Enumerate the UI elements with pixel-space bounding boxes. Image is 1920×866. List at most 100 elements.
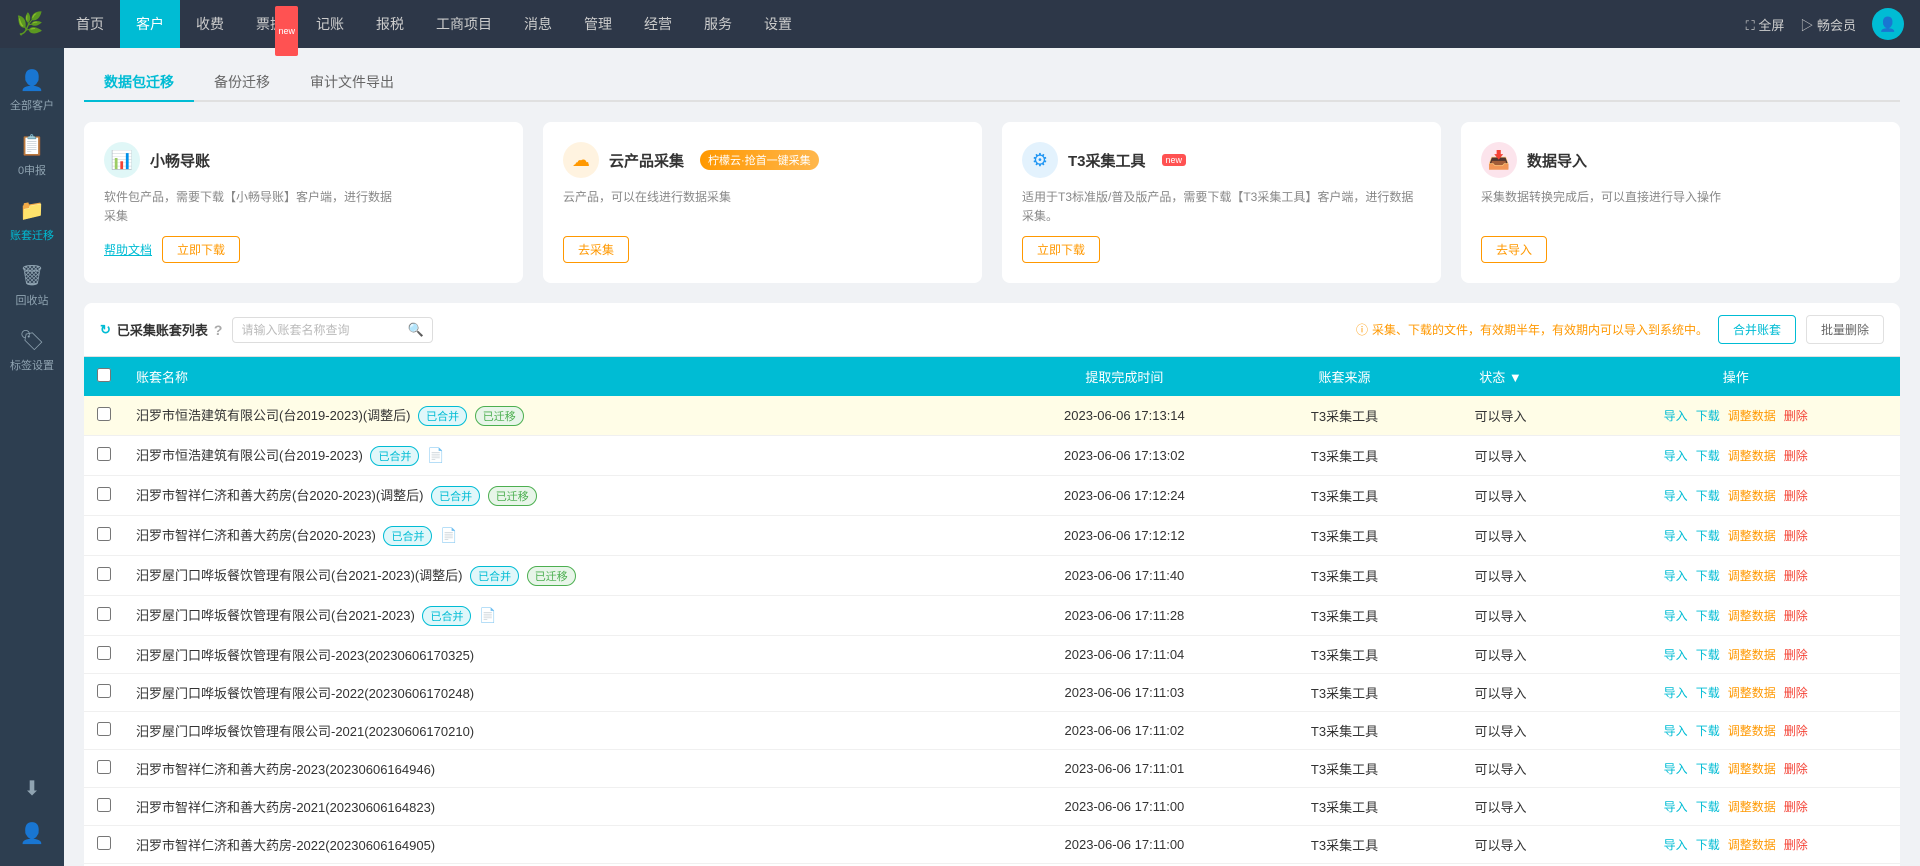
nav-home[interactable]: 首页 bbox=[60, 0, 120, 48]
action-调整数据[interactable]: 调整数据 bbox=[1728, 609, 1776, 623]
row-checkbox[interactable] bbox=[97, 607, 111, 621]
sidebar-item-zero-report[interactable]: 📋 0申报 bbox=[0, 123, 64, 188]
sidebar-item-all-customers[interactable]: 👤 全部客户 bbox=[0, 58, 64, 123]
nav-message[interactable]: 消息 bbox=[508, 0, 568, 48]
action-删除[interactable]: 删除 bbox=[1784, 724, 1808, 738]
action-删除[interactable]: 删除 bbox=[1784, 569, 1808, 583]
card-import-go-btn[interactable]: 去导入 bbox=[1481, 236, 1547, 263]
nav-bookkeeping[interactable]: 记账 bbox=[300, 0, 360, 48]
action-调整数据[interactable]: 调整数据 bbox=[1728, 529, 1776, 543]
action-调整数据[interactable]: 调整数据 bbox=[1728, 569, 1776, 583]
row-checkbox[interactable] bbox=[97, 798, 111, 812]
action-下载[interactable]: 下载 bbox=[1696, 489, 1720, 503]
vip-btn[interactable]: ▷ 畅会员 bbox=[1800, 15, 1856, 34]
sidebar-item-tag-settings[interactable]: 🏷 标签设置 bbox=[0, 318, 64, 383]
card-xiaochang-download-btn[interactable]: 立即下载 bbox=[162, 236, 240, 263]
fullscreen-btn[interactable]: ⛶ 全屏 bbox=[1746, 15, 1785, 34]
row-checkbox[interactable] bbox=[97, 836, 111, 850]
action-下载[interactable]: 下载 bbox=[1696, 724, 1720, 738]
action-下载[interactable]: 下载 bbox=[1696, 569, 1720, 583]
file-icon[interactable]: 📄 bbox=[427, 447, 444, 463]
action-导入[interactable]: 导入 bbox=[1664, 762, 1688, 776]
nav-tax[interactable]: 报税 bbox=[360, 0, 420, 48]
row-checkbox[interactable] bbox=[97, 646, 111, 660]
action-下载[interactable]: 下载 bbox=[1696, 686, 1720, 700]
help-icon[interactable]: ? bbox=[214, 322, 223, 338]
action-调整数据[interactable]: 调整数据 bbox=[1728, 648, 1776, 662]
action-下载[interactable]: 下载 bbox=[1696, 800, 1720, 814]
action-导入[interactable]: 导入 bbox=[1664, 569, 1688, 583]
batch-delete-btn[interactable]: 批量删除 bbox=[1806, 315, 1884, 344]
user-avatar[interactable]: 👤 bbox=[1872, 8, 1904, 40]
card-t3-download-btn[interactable]: 立即下载 bbox=[1022, 236, 1100, 263]
row-checkbox[interactable] bbox=[97, 760, 111, 774]
action-调整数据[interactable]: 调整数据 bbox=[1728, 489, 1776, 503]
action-调整数据[interactable]: 调整数据 bbox=[1728, 686, 1776, 700]
nav-customer[interactable]: 客户 bbox=[120, 0, 180, 48]
action-调整数据[interactable]: 调整数据 bbox=[1728, 724, 1776, 738]
row-checkbox[interactable] bbox=[97, 722, 111, 736]
row-checkbox[interactable] bbox=[97, 447, 111, 461]
nav-operation[interactable]: 经营 bbox=[628, 0, 688, 48]
action-删除[interactable]: 删除 bbox=[1784, 686, 1808, 700]
action-调整数据[interactable]: 调整数据 bbox=[1728, 762, 1776, 776]
action-导入[interactable]: 导入 bbox=[1664, 724, 1688, 738]
action-删除[interactable]: 删除 bbox=[1784, 800, 1808, 814]
tab-backup-migrate[interactable]: 备份迁移 bbox=[194, 64, 290, 102]
file-icon[interactable]: 📄 bbox=[440, 527, 457, 543]
row-checkbox[interactable] bbox=[97, 407, 111, 421]
nav-manage[interactable]: 管理 bbox=[568, 0, 628, 48]
row-checkbox[interactable] bbox=[97, 567, 111, 581]
action-下载[interactable]: 下载 bbox=[1696, 449, 1720, 463]
tab-data-package[interactable]: 数据包迁移 bbox=[84, 64, 194, 102]
select-all-checkbox[interactable] bbox=[97, 368, 111, 382]
search-icon[interactable]: 🔍 bbox=[407, 322, 423, 338]
sidebar-item-download[interactable]: ⬇ bbox=[0, 766, 64, 811]
action-导入[interactable]: 导入 bbox=[1664, 838, 1688, 852]
app-logo[interactable]: 🌿 bbox=[0, 0, 60, 48]
action-下载[interactable]: 下载 bbox=[1696, 409, 1720, 423]
action-导入[interactable]: 导入 bbox=[1664, 409, 1688, 423]
action-删除[interactable]: 删除 bbox=[1784, 529, 1808, 543]
action-删除[interactable]: 删除 bbox=[1784, 409, 1808, 423]
action-删除[interactable]: 删除 bbox=[1784, 838, 1808, 852]
col-status[interactable]: 状态 ▼ bbox=[1430, 357, 1572, 396]
action-删除[interactable]: 删除 bbox=[1784, 609, 1808, 623]
action-导入[interactable]: 导入 bbox=[1664, 800, 1688, 814]
action-导入[interactable]: 导入 bbox=[1664, 686, 1688, 700]
action-导入[interactable]: 导入 bbox=[1664, 449, 1688, 463]
action-下载[interactable]: 下载 bbox=[1696, 762, 1720, 776]
refresh-icon[interactable]: ↻ bbox=[100, 322, 111, 338]
action-导入[interactable]: 导入 bbox=[1664, 529, 1688, 543]
action-删除[interactable]: 删除 bbox=[1784, 762, 1808, 776]
action-下载[interactable]: 下载 bbox=[1696, 609, 1720, 623]
search-input[interactable] bbox=[241, 323, 401, 337]
merge-accounts-btn[interactable]: 合并账套 bbox=[1718, 315, 1796, 344]
nav-service[interactable]: 服务 bbox=[688, 0, 748, 48]
action-调整数据[interactable]: 调整数据 bbox=[1728, 449, 1776, 463]
row-checkbox[interactable] bbox=[97, 487, 111, 501]
nav-invoice[interactable]: 票据new bbox=[240, 0, 300, 48]
nav-business[interactable]: 工商项目 bbox=[420, 0, 508, 48]
action-导入[interactable]: 导入 bbox=[1664, 489, 1688, 503]
action-删除[interactable]: 删除 bbox=[1784, 449, 1808, 463]
row-checkbox[interactable] bbox=[97, 684, 111, 698]
card-xiaochang-help-link[interactable]: 帮助文档 bbox=[104, 241, 152, 258]
action-下载[interactable]: 下载 bbox=[1696, 529, 1720, 543]
action-下载[interactable]: 下载 bbox=[1696, 648, 1720, 662]
file-icon[interactable]: 📄 bbox=[479, 607, 496, 623]
sidebar-item-user[interactable]: 👤 bbox=[0, 811, 64, 856]
nav-billing[interactable]: 收费 bbox=[180, 0, 240, 48]
action-下载[interactable]: 下载 bbox=[1696, 838, 1720, 852]
card-cloud-collect-btn[interactable]: 去采集 bbox=[563, 236, 629, 263]
action-导入[interactable]: 导入 bbox=[1664, 609, 1688, 623]
action-删除[interactable]: 删除 bbox=[1784, 648, 1808, 662]
tab-audit-export[interactable]: 审计文件导出 bbox=[290, 64, 414, 102]
action-调整数据[interactable]: 调整数据 bbox=[1728, 838, 1776, 852]
action-导入[interactable]: 导入 bbox=[1664, 648, 1688, 662]
sidebar-item-recycle[interactable]: 🗑 回收站 bbox=[0, 253, 64, 318]
sidebar-item-account-migrate[interactable]: 📁 账套迁移 bbox=[0, 188, 64, 253]
nav-settings[interactable]: 设置 bbox=[748, 0, 808, 48]
action-调整数据[interactable]: 调整数据 bbox=[1728, 800, 1776, 814]
row-checkbox[interactable] bbox=[97, 527, 111, 541]
